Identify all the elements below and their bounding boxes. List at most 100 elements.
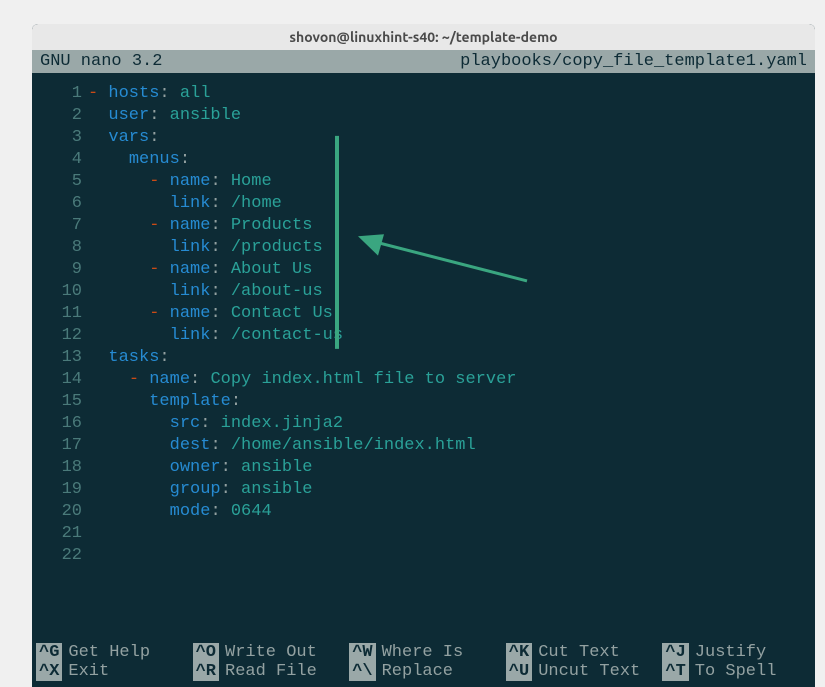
code-content[interactable]: group: ansible [88,479,815,501]
shortcut-write-out: ^OWrite Out [189,643,346,662]
code-content[interactable]: mode: 0644 [88,501,815,523]
code-line[interactable]: 4 menus: [32,149,815,171]
code-content[interactable]: dest: /home/ansible/index.html [88,435,815,457]
shortcut-get-help: ^G Get Help [32,643,189,662]
shortcut-key: ^G [36,643,62,662]
line-number: 6 [32,193,88,215]
shortcut-label: Justify [695,643,766,662]
code-content[interactable]: vars: [88,127,815,149]
shortcut-uncut-text: ^U Uncut Text [502,662,659,681]
line-number: 16 [32,413,88,435]
code-content[interactable]: user: ansible [88,105,815,127]
code-line[interactable]: 13 tasks: [32,347,815,369]
code-line[interactable]: 14 - name: Copy index.html file to serve… [32,369,815,391]
code-content[interactable] [88,523,815,545]
line-number: 14 [32,369,88,391]
line-number: 8 [32,237,88,259]
shortcut-key: ^O [193,643,219,662]
code-content[interactable]: menus: [88,149,815,171]
code-content[interactable]: link: /products [88,237,815,259]
line-number: 4 [32,149,88,171]
code-content[interactable]: src: index.jinja2 [88,413,815,435]
shortcut-exit: ^XExit [32,662,189,681]
code-content[interactable]: owner: ansible [88,457,815,479]
code-content[interactable]: - name: Contact Us [88,303,815,325]
code-line[interactable]: 18 owner: ansible [32,457,815,479]
code-content[interactable]: link: /about-us [88,281,815,303]
window-title-bar: shovon@linuxhint-s40: ~/template-demo [32,24,815,50]
shortcut-label: Get Help [68,643,150,662]
code-content[interactable]: - name: Copy index.html file to server [88,369,815,391]
shortcut-key: ^W [349,643,375,662]
code-line[interactable]: 19 group: ansible [32,479,815,501]
code-line[interactable]: 1- hosts: all [32,83,815,105]
terminal-window: shovon@linuxhint-s40: ~/template-demo GN… [32,24,815,687]
code-content[interactable]: - name: Products [88,215,815,237]
code-line[interactable]: 8 link: /products [32,237,815,259]
nano-file-path: playbooks/copy_file_template1.yaml [202,52,807,71]
code-line[interactable]: 7 - name: Products [32,215,815,237]
code-line[interactable]: 2 user: ansible [32,105,815,127]
shortcut-key: ^J [662,643,688,662]
shortcut-key: ^T [662,662,688,681]
window-title: shovon@linuxhint-s40: ~/template-demo [289,29,557,45]
line-number: 2 [32,105,88,127]
shortcut-label: Exit [68,662,109,681]
line-number: 12 [32,325,88,347]
nano-app-title: GNU nano 3.2 [40,52,202,71]
code-content[interactable]: - name: About Us [88,259,815,281]
code-line[interactable]: 17 dest: /home/ansible/index.html [32,435,815,457]
code-line[interactable]: 11 - name: Contact Us [32,303,815,325]
line-number: 19 [32,479,88,501]
code-line[interactable]: 10 link: /about-us [32,281,815,303]
shortcut-to-spell: ^T To Spell [658,662,815,681]
code-content[interactable]: tasks: [88,347,815,369]
nano-status-bar: GNU nano 3.2 playbooks/copy_file_templat… [32,50,815,73]
code-line[interactable]: 12 link: /contact-us [32,325,815,347]
code-line[interactable]: 9 - name: About Us [32,259,815,281]
shortcut-label: Read File [225,662,317,681]
line-number: 18 [32,457,88,479]
shortcut-label: Cut Text [538,643,620,662]
line-number: 15 [32,391,88,413]
code-line[interactable]: 20 mode: 0644 [32,501,815,523]
code-content[interactable]: link: /contact-us [88,325,815,347]
code-content[interactable]: link: /home [88,193,815,215]
shortcut-read-file: ^R Read File [189,662,346,681]
shortcut-label: Replace [382,662,453,681]
line-number: 20 [32,501,88,523]
line-number: 7 [32,215,88,237]
code-line[interactable]: 3 vars: [32,127,815,149]
shortcut-key: ^K [506,643,532,662]
shortcut-cut-text: ^K Cut Text [502,643,659,662]
line-number: 10 [32,281,88,303]
line-number: 13 [32,347,88,369]
shortcut-where-is: ^W Where Is [345,643,502,662]
code-line[interactable]: 15 template: [32,391,815,413]
code-line[interactable]: 21 [32,523,815,545]
shortcut-justify: ^J Justify [658,643,815,662]
shortcut-label: To Spell [695,662,777,681]
code-content[interactable]: template: [88,391,815,413]
shortcut-key: ^\ [349,662,375,681]
shortcut-label: Uncut Text [538,662,640,681]
shortcut-key: ^R [193,662,219,681]
shortcut-replace: ^\ Replace [345,662,502,681]
nano-shortcut-bar: ^G Get Help ^OWrite Out^W Where Is ^K Cut Tex… [32,641,815,687]
code-content[interactable]: - hosts: all [88,83,815,105]
line-number: 17 [32,435,88,457]
line-number: 9 [32,259,88,281]
code-line[interactable]: 5 - name: Home [32,171,815,193]
code-line[interactable]: 6 link: /home [32,193,815,215]
editor-area[interactable]: 1- hosts: all2 user: ansible3 vars:4 men… [32,73,815,641]
code-line[interactable]: 16 src: index.jinja2 [32,413,815,435]
line-number: 3 [32,127,88,149]
shortcut-label: Where Is [382,643,464,662]
code-content[interactable]: - name: Home [88,171,815,193]
shortcut-key: ^U [506,662,532,681]
line-number: 21 [32,523,88,545]
line-number: 5 [32,171,88,193]
code-content[interactable] [88,545,815,567]
code-line[interactable]: 22 [32,545,815,567]
line-number: 11 [32,303,88,325]
